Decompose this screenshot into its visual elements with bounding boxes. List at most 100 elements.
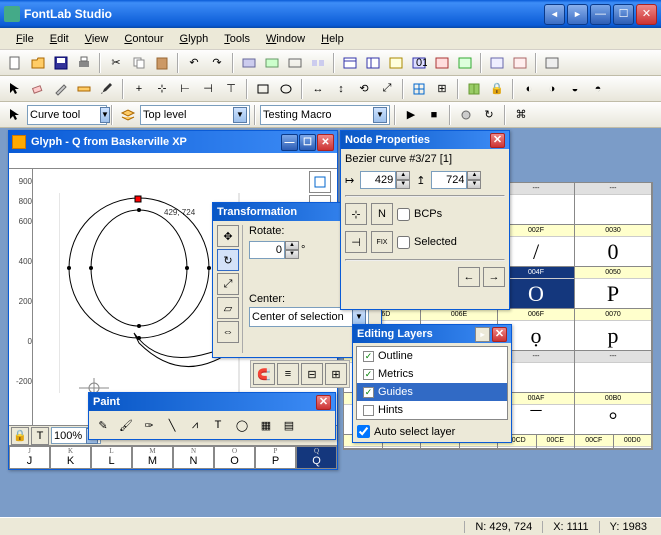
move-mode-icon[interactable]: ✥: [217, 225, 239, 247]
save-icon[interactable]: [50, 52, 72, 74]
transform-1-icon[interactable]: ↔: [307, 78, 329, 100]
scale-mode-icon[interactable]: ⤢: [217, 273, 239, 295]
glyph-tab-l[interactable]: LL: [91, 446, 132, 469]
macro-combo-input[interactable]: [263, 109, 373, 121]
magnet-icon[interactable]: 🧲: [253, 363, 275, 385]
snap-icon[interactable]: ⊞: [431, 78, 453, 100]
nodeprops-close[interactable]: ✕: [490, 133, 505, 148]
book-icon[interactable]: [463, 78, 485, 100]
options-icon[interactable]: ▤: [278, 414, 300, 436]
line-icon[interactable]: ╲: [161, 414, 183, 436]
rotate-mode-icon[interactable]: ↻: [217, 249, 239, 271]
tool-c-icon[interactable]: [284, 52, 306, 74]
ruler-horizontal[interactable]: [9, 153, 337, 169]
tool-combo[interactable]: ▼: [27, 105, 107, 125]
align-icon[interactable]: ≡: [277, 363, 299, 385]
menu-view[interactable]: View: [77, 31, 117, 47]
layer-outline[interactable]: ✓Outline: [357, 347, 507, 365]
paint-close[interactable]: ✕: [316, 395, 331, 410]
macro-combo[interactable]: ▼: [260, 105, 390, 125]
tool-d-icon[interactable]: [307, 52, 329, 74]
contour-icon[interactable]: ◯: [231, 414, 253, 436]
paint-title[interactable]: Paint ✕: [89, 393, 335, 411]
glyph-maximize[interactable]: ☐: [299, 134, 316, 151]
node-4-icon[interactable]: ⊤: [220, 78, 242, 100]
text-mode-icon[interactable]: T: [31, 427, 49, 445]
tool-a-icon[interactable]: [238, 52, 260, 74]
chevron-down-icon[interactable]: ▼: [233, 107, 247, 123]
level-combo-input[interactable]: [143, 109, 233, 121]
glyph-tab-k[interactable]: KK: [50, 446, 91, 469]
selected-check[interactable]: Selected: [397, 234, 457, 251]
misc-2-icon[interactable]: ◑: [541, 78, 563, 100]
layers-icon[interactable]: [117, 104, 139, 126]
ntype-1-icon[interactable]: ⊹: [345, 203, 367, 225]
text-icon[interactable]: T: [207, 414, 229, 436]
close-button[interactable]: ✕: [636, 4, 657, 25]
tool-b-icon[interactable]: [261, 52, 283, 74]
nodeprops-title[interactable]: Node Properties ✕: [341, 131, 509, 149]
print-icon[interactable]: [73, 52, 95, 74]
panel-5-icon[interactable]: [431, 52, 453, 74]
y-input[interactable]: [431, 171, 467, 189]
refresh-icon[interactable]: ↻: [478, 104, 500, 126]
copy-icon[interactable]: [128, 52, 150, 74]
panel-2-icon[interactable]: [362, 52, 384, 74]
glyph-close[interactable]: ✕: [317, 134, 334, 151]
addpoint-icon[interactable]: +: [128, 78, 150, 100]
minimize-button[interactable]: —: [590, 4, 611, 25]
glyph-tab-m[interactable]: MM: [132, 446, 173, 469]
menu-edit[interactable]: Edit: [42, 31, 77, 47]
panel-1-icon[interactable]: [339, 52, 361, 74]
misc-4-icon[interactable]: ◓: [587, 78, 609, 100]
titlebar-group-left[interactable]: ◄: [544, 4, 565, 25]
tool-combo-input[interactable]: [30, 109, 100, 121]
transform-4-icon[interactable]: ⤢: [376, 78, 398, 100]
center-input[interactable]: [252, 311, 352, 323]
panel-3-icon[interactable]: [385, 52, 407, 74]
play-icon[interactable]: ▶: [400, 104, 422, 126]
mirror-mode-icon[interactable]: ⇔: [217, 321, 239, 343]
rotate-down[interactable]: ▼: [285, 250, 299, 259]
panel-6-icon[interactable]: [454, 52, 476, 74]
glyph-tab-j[interactable]: JJ: [9, 446, 50, 469]
arrow2-icon[interactable]: [4, 104, 26, 126]
pen2-icon[interactable]: ✑: [138, 414, 160, 436]
panel-4-icon[interactable]: 01: [408, 52, 430, 74]
level-combo[interactable]: ▼: [140, 105, 250, 125]
brush-icon[interactable]: 🖌: [115, 414, 137, 436]
open-icon[interactable]: [27, 52, 49, 74]
eraser-icon[interactable]: [27, 78, 49, 100]
auto-select-check[interactable]: Auto select layer: [353, 423, 511, 442]
maximize-button[interactable]: ☐: [613, 4, 634, 25]
glyph-minimize[interactable]: —: [281, 134, 298, 151]
menu-tools[interactable]: Tools: [216, 31, 258, 47]
skew-mode-icon[interactable]: ▱: [217, 297, 239, 319]
glyph-titlebar[interactable]: Glyph - Q from Baskerville XP — ☐ ✕: [9, 131, 337, 153]
fix-icon[interactable]: FIX: [371, 231, 393, 253]
bcps-check[interactable]: BCPs: [397, 206, 442, 223]
layer-metrics[interactable]: ✓Metrics: [357, 365, 507, 383]
ntype-2-icon[interactable]: N: [371, 203, 393, 225]
redo-icon[interactable]: ↷: [206, 52, 228, 74]
layer-hints[interactable]: Hints: [357, 401, 507, 419]
layers-options[interactable]: ▸: [475, 327, 490, 342]
align-1-icon[interactable]: ⊣: [345, 231, 367, 253]
hint-icon[interactable]: ⊟: [301, 363, 323, 385]
glyph-tab-n[interactable]: NN: [173, 446, 214, 469]
menu-contour[interactable]: Contour: [116, 31, 171, 47]
rotate-input[interactable]: [249, 241, 285, 259]
pencil-icon[interactable]: ✎: [92, 414, 114, 436]
rotate-up[interactable]: ▲: [285, 241, 299, 250]
node-3-icon[interactable]: ⊣: [197, 78, 219, 100]
transform-2-icon[interactable]: ↕: [330, 78, 352, 100]
menu-file[interactable]: File: [8, 31, 42, 47]
transform-3-icon[interactable]: ⟲: [353, 78, 375, 100]
lock-icon[interactable]: 🔒: [486, 78, 508, 100]
metric-icon[interactable]: ⊞: [325, 363, 347, 385]
ruler-vertical[interactable]: 900 800 600 400 200 0 -200: [9, 169, 33, 425]
ellipse-icon[interactable]: [275, 78, 297, 100]
next-node-button[interactable]: →: [483, 267, 505, 287]
panel-9-icon[interactable]: [541, 52, 563, 74]
glyph-tab-p[interactable]: PP: [255, 446, 296, 469]
